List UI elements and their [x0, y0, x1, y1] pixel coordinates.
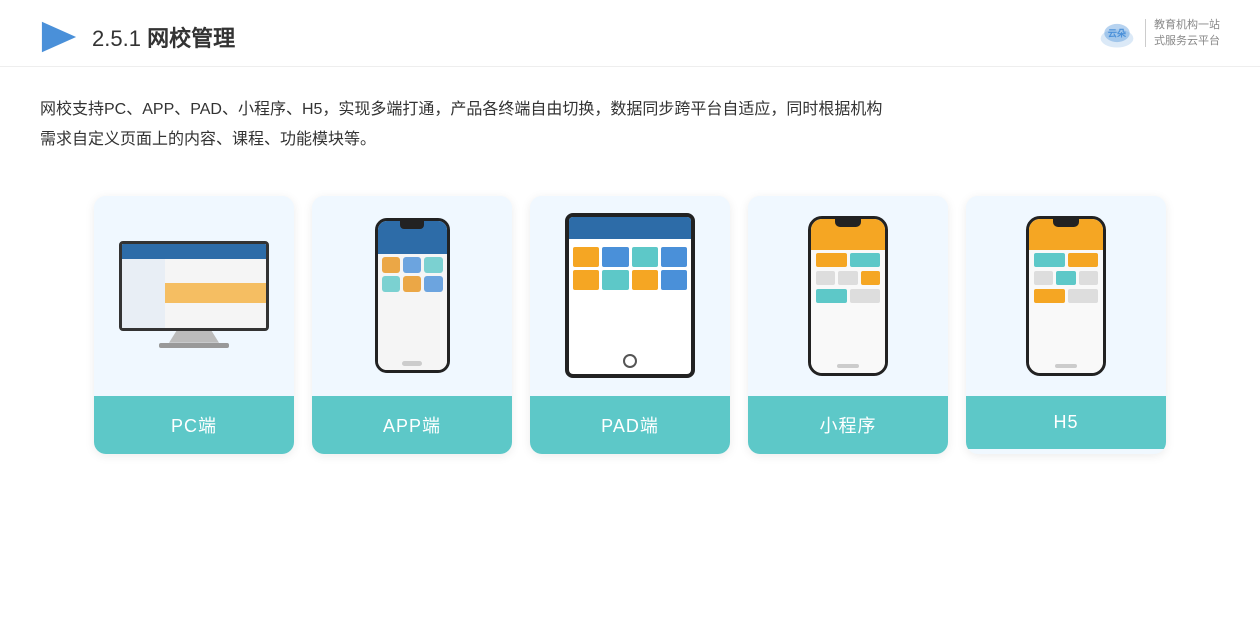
card-pc-label: PC端: [94, 396, 294, 454]
logo-cloud-icon: 云朵: [1097, 13, 1137, 53]
card-miniprogram: 小程序: [748, 196, 948, 454]
phone-device-mini: [808, 216, 888, 376]
brand-icon: [40, 18, 78, 56]
monitor-device: [119, 241, 269, 351]
cards-container: PC端: [0, 166, 1260, 474]
page-title: 2.5.1 网校管理: [92, 21, 235, 53]
card-miniprogram-label: 小程序: [748, 396, 948, 454]
card-h5-label: H5: [966, 396, 1166, 449]
card-pc: PC端: [94, 196, 294, 454]
card-h5-image: [966, 196, 1166, 396]
card-app: APP端: [312, 196, 512, 454]
card-app-image: [312, 196, 512, 396]
card-pad-image: [530, 196, 730, 396]
card-miniprogram-image: [748, 196, 948, 396]
pad-device: [565, 213, 695, 378]
svg-text:云朵: 云朵: [1108, 29, 1127, 39]
card-pad: PAD端: [530, 196, 730, 454]
description-area: 网校支持PC、APP、PAD、小程序、H5，实现多端打通，产品各终端自由切换，数…: [0, 67, 1260, 166]
logo-area: 云朵 教育机构一站 式服务云平台: [1097, 13, 1220, 53]
header: 2.5.1 网校管理 云朵 教育机构一站 式服务云平台: [0, 0, 1260, 67]
description-line1: 网校支持PC、APP、PAD、小程序、H5，实现多端打通，产品各终端自由切换，数…: [40, 95, 1220, 125]
card-h5: H5: [966, 196, 1166, 454]
description-line2: 需求自定义页面上的内容、课程、功能模块等。: [40, 125, 1220, 155]
card-pc-image: [94, 196, 294, 396]
phone-device-h5: [1026, 216, 1106, 376]
card-pad-label: PAD端: [530, 396, 730, 454]
logo-divider: [1145, 19, 1146, 47]
logo-tagline: 教育机构一站 式服务云平台: [1154, 17, 1220, 50]
card-app-label: APP端: [312, 396, 512, 454]
phone-device-app: [375, 218, 450, 373]
